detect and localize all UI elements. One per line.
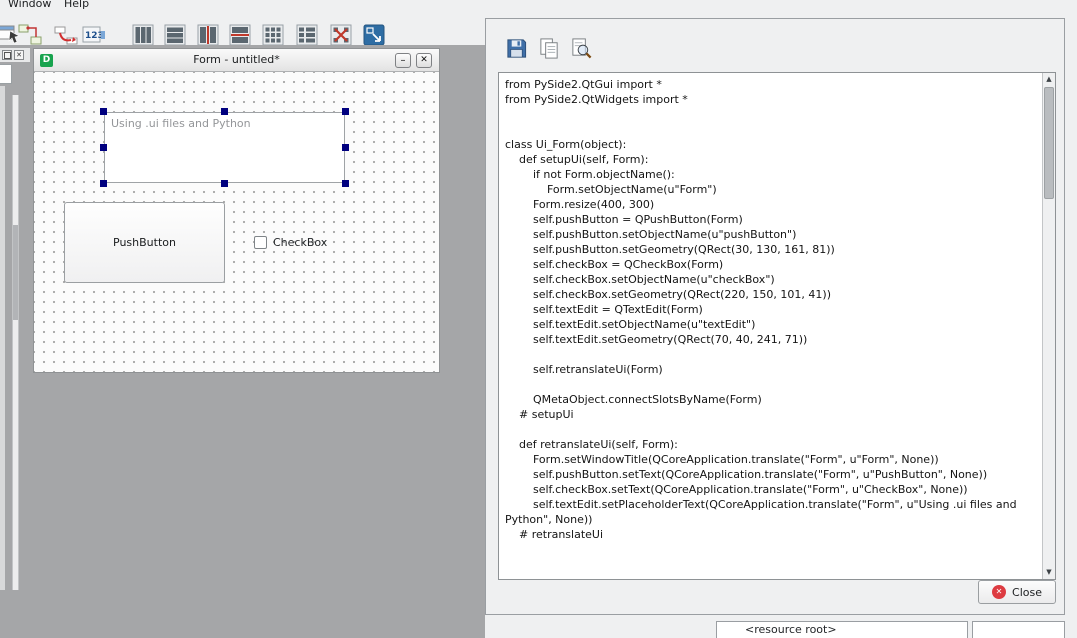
textedit-placeholder: Using .ui files and Python <box>111 117 251 130</box>
menu-help[interactable]: Help <box>64 0 89 9</box>
dock-float-icon[interactable] <box>2 50 12 60</box>
scrollbar-thumb[interactable] <box>13 225 18 320</box>
copy-icon[interactable] <box>538 37 561 60</box>
vertical-scrollbar[interactable]: ▲ ▼ <box>1042 73 1055 579</box>
resource-panel-fragment <box>972 621 1065 638</box>
form-window-icon: D <box>40 54 53 67</box>
selection-handle-bottom-left[interactable] <box>100 180 107 187</box>
pushbutton-widget[interactable]: PushButton <box>64 202 225 283</box>
qt-designer-window: Window Help 123 <box>0 0 1077 638</box>
checkbox-label: CheckBox <box>273 236 327 249</box>
widgetbox-filter-fragment[interactable] <box>0 64 12 84</box>
form-canvas[interactable]: Using .ui files and Python PushButton Ch… <box>34 72 439 372</box>
selection-handle-middle-left[interactable] <box>100 144 107 151</box>
left-panel-edge <box>0 86 5 590</box>
checkbox-indicator[interactable] <box>254 236 267 249</box>
layout-vertically-in-splitter-icon[interactable] <box>228 23 252 47</box>
selection-handle-middle-right[interactable] <box>342 144 349 151</box>
edit-signals-slots-icon[interactable] <box>18 23 42 47</box>
code-preview-dialog: from PySide2.QtGui import * from PySide2… <box>485 18 1065 615</box>
scrollbar-thumb[interactable] <box>1044 87 1054 199</box>
checkbox-widget[interactable]: CheckBox <box>254 222 355 263</box>
textedit-widget[interactable]: Using .ui files and Python <box>104 112 345 183</box>
code-editor[interactable]: from PySide2.QtGui import * from PySide2… <box>498 72 1056 580</box>
layout-vertically-icon[interactable] <box>163 23 187 47</box>
resource-root-item[interactable]: <resource root> <box>716 621 968 638</box>
adjust-size-icon[interactable] <box>362 23 386 47</box>
close-button-label: Close <box>1012 586 1042 599</box>
selection-handle-bottom-right[interactable] <box>342 180 349 187</box>
form-window-titlebar[interactable]: D Form - untitled* – ✕ <box>34 49 439 72</box>
scroll-up-icon[interactable]: ▲ <box>1043 73 1055 86</box>
minimize-button[interactable]: – <box>395 53 411 68</box>
layout-horizontally-icon[interactable] <box>131 23 155 47</box>
dock-close-icon[interactable] <box>14 50 24 60</box>
close-x-icon: ✕ <box>992 585 1006 599</box>
selection-handle-bottom-middle[interactable] <box>221 180 228 187</box>
left-panel-scrollbar[interactable] <box>12 95 19 590</box>
dock-panel-header <box>0 48 30 62</box>
mdi-area: D Form - untitled* – ✕ Using .ui files a… <box>0 45 485 638</box>
selection-handle-top-middle[interactable] <box>221 108 228 115</box>
menubar: Window Help <box>0 0 1077 9</box>
selection-handle-top-left[interactable] <box>100 108 107 115</box>
form-window: D Form - untitled* – ✕ Using .ui files a… <box>33 48 440 373</box>
layout-horizontally-in-splitter-icon[interactable] <box>196 23 220 47</box>
svg-text:123: 123 <box>85 31 104 41</box>
code-text: from PySide2.QtGui import * from PySide2… <box>499 73 1042 579</box>
close-dialog-button[interactable]: ✕ Close <box>978 580 1056 604</box>
layout-in-grid-icon[interactable] <box>261 23 285 47</box>
break-layout-icon[interactable] <box>329 23 353 47</box>
find-icon[interactable] <box>570 37 593 60</box>
save-icon[interactable] <box>505 37 528 60</box>
close-button[interactable]: ✕ <box>416 53 432 68</box>
scroll-down-icon[interactable]: ▼ <box>1043 566 1055 579</box>
menu-window[interactable]: Window <box>8 0 51 9</box>
selection-handle-top-right[interactable] <box>342 108 349 115</box>
edit-buddies-icon[interactable] <box>54 23 78 47</box>
form-window-title: Form - untitled* <box>193 53 280 66</box>
layout-in-form-icon[interactable] <box>295 23 319 47</box>
main-toolbar: 123 <box>0 9 485 45</box>
edit-tab-order-icon[interactable]: 123 <box>82 23 106 47</box>
